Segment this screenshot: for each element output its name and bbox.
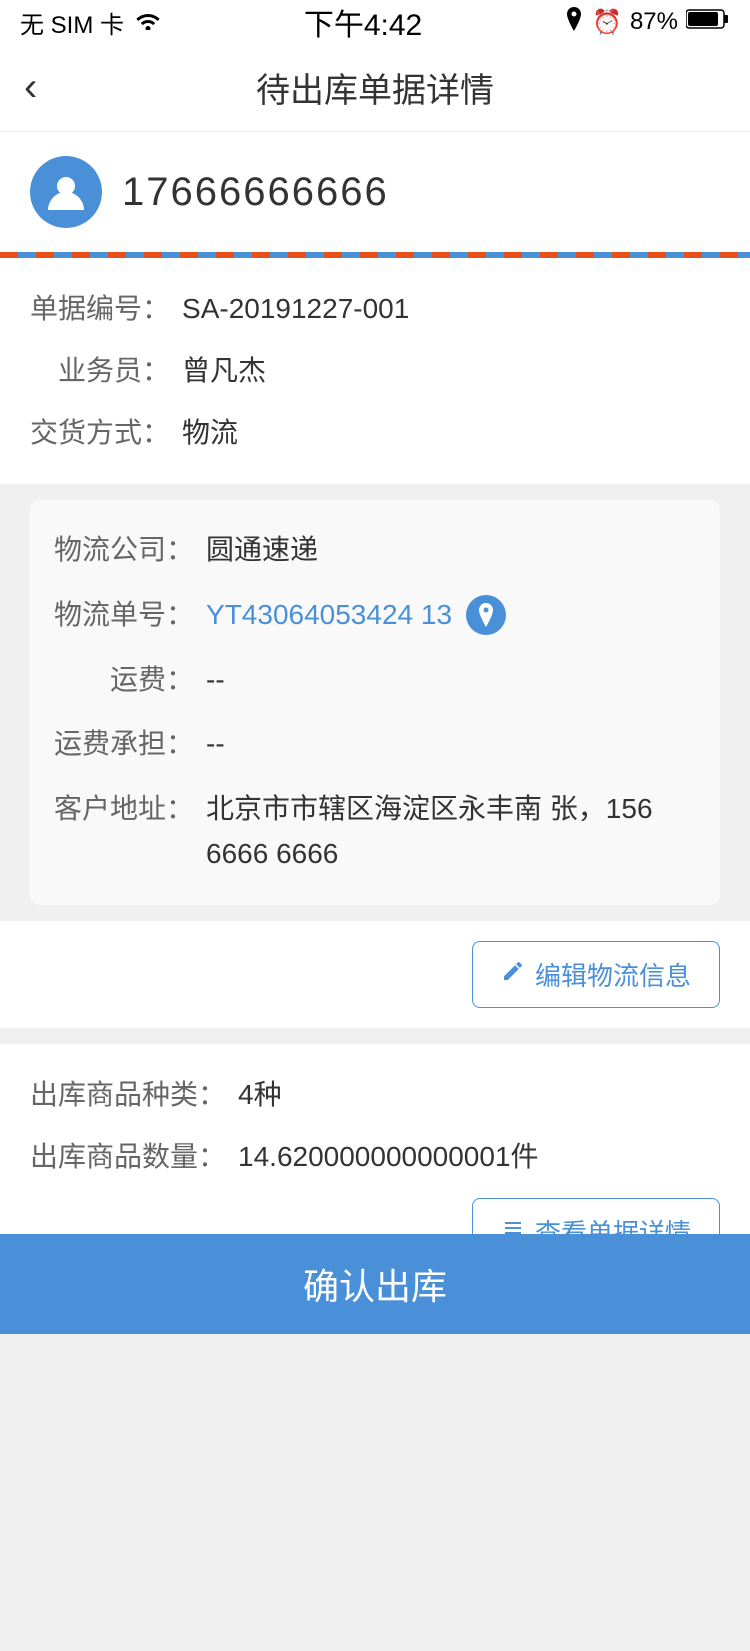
edit-logistics-label: 编辑物流信息 — [535, 956, 691, 993]
status-left: 无 SIM 卡 — [20, 5, 162, 40]
freight-value: -- — [206, 658, 696, 703]
edit-btn-container: 编辑物流信息 — [30, 941, 720, 1008]
customer-phone: 17666666666 — [122, 170, 389, 215]
freight-bear-row: 运费承担： -- — [54, 722, 696, 767]
confirm-btn-text: 确认出库 — [303, 1258, 447, 1310]
address-row: 客户地址： 北京市市辖区海淀区永丰南 张，156 6666 6666 — [54, 787, 696, 877]
goods-types-label: 出库商品种类： — [30, 1074, 226, 1116]
doc-no-row: 单据编号： SA-20191227-001 — [30, 288, 720, 330]
battery-text: 87% — [630, 8, 678, 36]
freight-label: 运费： — [54, 658, 194, 703]
logistics-company-row: 物流公司： 圆通速递 — [54, 528, 696, 573]
goods-types-value: 4种 — [238, 1074, 720, 1116]
goods-types-row: 出库商品种类： 4种 — [30, 1074, 720, 1116]
logistics-tracking-row: 物流单号： YT43064053424 13 — [54, 593, 696, 638]
logistics-company-label: 物流公司： — [54, 528, 194, 573]
back-button[interactable]: ‹ — [24, 65, 37, 110]
nav-bar: ‹ 待出库单据详情 — [0, 44, 750, 132]
edit-logistics-area: 编辑物流信息 — [0, 921, 750, 1028]
goods-quantity-label: 出库商品数量： — [30, 1136, 226, 1178]
logistics-tracking-label: 物流单号： — [54, 593, 194, 638]
address-value: 北京市市辖区海淀区永丰南 张，156 6666 6666 — [206, 787, 696, 877]
customer-header: 17666666666 — [0, 132, 750, 252]
salesman-row: 业务员： 曾凡杰 — [30, 350, 720, 392]
confirm-btn-area[interactable]: 确认出库 — [0, 1234, 750, 1334]
delivery-row: 交货方式： 物流 — [30, 412, 720, 454]
tracking-location-icon[interactable] — [466, 595, 506, 635]
logistics-tracking-value: YT43064053424 13 — [206, 593, 696, 638]
battery-icon — [686, 8, 730, 37]
freight-bear-value: -- — [206, 722, 696, 767]
avatar — [30, 156, 102, 228]
edit-logistics-button[interactable]: 编辑物流信息 — [472, 941, 720, 1008]
status-right: ⏰ 87% — [564, 7, 730, 38]
content-area: 单据编号： SA-20191227-001 业务员： 曾凡杰 交货方式： 物流 … — [0, 258, 750, 1651]
alarm-icon: ⏰ — [592, 8, 622, 37]
goods-quantity-row: 出库商品数量： 14.620000000000001件 — [30, 1136, 720, 1178]
empty-space — [0, 1311, 750, 1511]
delivery-value: 物流 — [182, 412, 720, 454]
freight-bear-label: 运费承担： — [54, 722, 194, 767]
salesman-value: 曾凡杰 — [182, 350, 720, 392]
logistics-card: 物流公司： 圆通速递 物流单号： YT43064053424 13 运费： --… — [30, 500, 720, 905]
salesman-label: 业务员： — [30, 350, 170, 392]
sim-signal: 无 SIM 卡 — [20, 5, 124, 40]
doc-no-value: SA-20191227-001 — [182, 288, 720, 330]
page-title: 待出库单据详情 — [256, 63, 494, 112]
basic-info-section: 单据编号： SA-20191227-001 业务员： 曾凡杰 交货方式： 物流 — [0, 258, 750, 484]
freight-row: 运费： -- — [54, 658, 696, 703]
doc-no-label: 单据编号： — [30, 288, 170, 330]
location-icon — [564, 7, 584, 38]
edit-icon — [501, 959, 525, 990]
address-label: 客户地址： — [54, 787, 194, 832]
goods-quantity-value: 14.620000000000001件 — [238, 1136, 720, 1178]
delivery-label: 交货方式： — [30, 412, 170, 454]
status-bar: 无 SIM 卡 下午4:42 ⏰ 87% — [0, 0, 750, 44]
wifi-icon — [134, 8, 162, 37]
logistics-company-value: 圆通速递 — [206, 528, 696, 573]
status-time: 下午4:42 — [304, 0, 422, 44]
